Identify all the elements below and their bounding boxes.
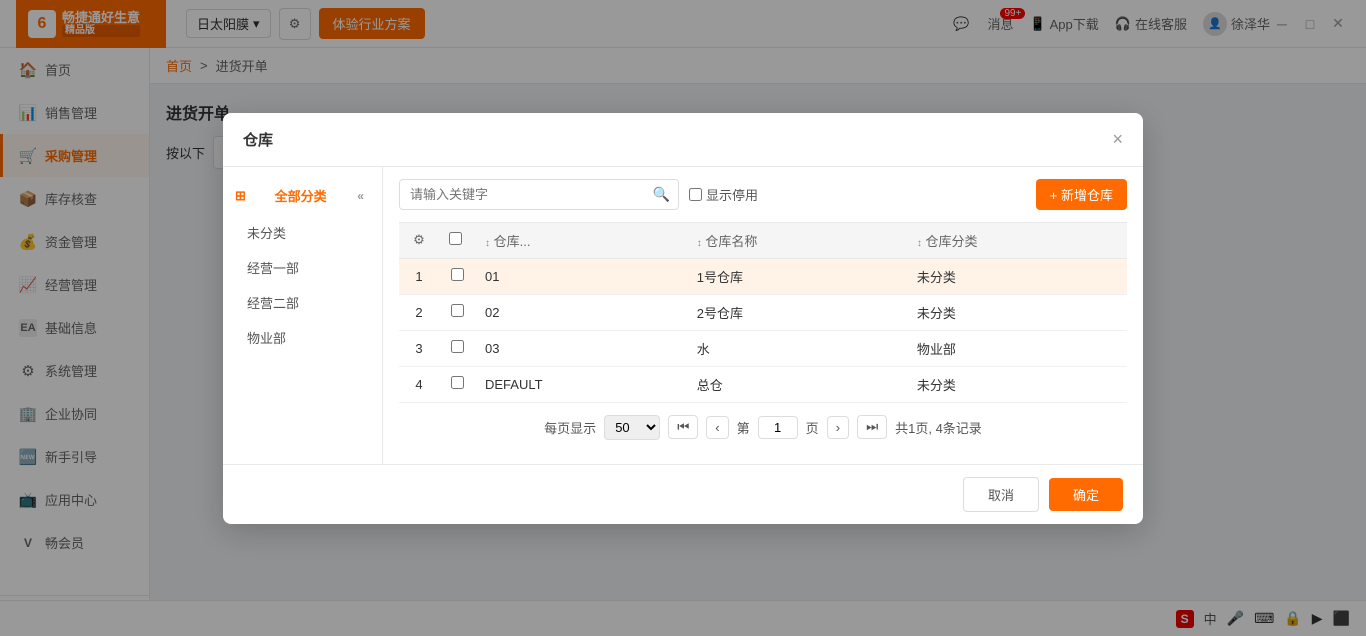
row-check[interactable] [439, 294, 475, 330]
page-number-input[interactable] [758, 416, 798, 439]
row-num: 4 [399, 366, 439, 402]
row-check[interactable] [439, 258, 475, 294]
select-all-checkbox[interactable] [449, 232, 462, 245]
row-num: 3 [399, 330, 439, 366]
col-check [439, 222, 475, 258]
col-name: ↕ 仓库名称 [687, 222, 907, 258]
row-code: DEFAULT [475, 366, 687, 402]
table-row[interactable]: 4 DEFAULT 总仓 未分类 [399, 366, 1127, 402]
row-num: 1 [399, 258, 439, 294]
col-category: ↕ 仓库分类 [907, 222, 1127, 258]
modal-body: ⊞ 全部分类 « 未分类 经营一部 经营二部 物业部 🔍 [223, 167, 1143, 464]
category-all-label: 全部分类 [275, 186, 327, 205]
search-box: 🔍 [399, 179, 679, 210]
add-warehouse-button[interactable]: + 新增仓库 [1036, 179, 1127, 210]
category-all-header[interactable]: ⊞ 全部分类 « [223, 177, 382, 215]
table-row[interactable]: 1 01 1号仓库 未分类 [399, 258, 1127, 294]
collapse-button[interactable]: « [351, 185, 370, 207]
table-row[interactable]: 3 03 水 物业部 [399, 330, 1127, 366]
category-panel: ⊞ 全部分类 « 未分类 经营一部 经营二部 物业部 [223, 167, 383, 464]
row-check[interactable] [439, 330, 475, 366]
row-name: 1号仓库 [687, 258, 907, 294]
search-button[interactable]: 🔍 [645, 180, 678, 209]
modal-footer: 取消 确定 [223, 464, 1143, 524]
page-first-button[interactable]: ⏮ [668, 415, 698, 439]
row-category: 未分类 [907, 294, 1127, 330]
col-code: ↕ 仓库... [475, 222, 687, 258]
row-name: 总仓 [687, 366, 907, 402]
category-item-operation1[interactable]: 经营一部 [223, 250, 382, 285]
row-category: 物业部 [907, 330, 1127, 366]
pagination: 每页显示 50 10 20 100 ⏮ ‹ 第 页 › ⏭ 共1页, 4条记录 [399, 403, 1127, 452]
row-code: 02 [475, 294, 687, 330]
show-disabled-checkbox[interactable] [689, 188, 702, 201]
page-unit: 页 [806, 418, 819, 437]
row-checkbox[interactable] [451, 376, 464, 389]
page-total: 共1页, 4条记录 [895, 418, 982, 437]
confirm-button[interactable]: 确定 [1049, 478, 1123, 511]
grid-icon: ⊞ [235, 188, 246, 204]
row-category: 未分类 [907, 258, 1127, 294]
row-name: 2号仓库 [687, 294, 907, 330]
page-last-button[interactable]: ⏭ [857, 415, 887, 439]
modal-overlay[interactable]: 仓库 × ⊞ 全部分类 « 未分类 经营一部 经营二部 物业部 [0, 0, 1366, 636]
modal-header: 仓库 × [223, 113, 1143, 167]
table-panel: 🔍 显示停用 + 新增仓库 ⚙ [383, 167, 1143, 464]
row-checkbox[interactable] [451, 340, 464, 353]
warehouse-table: ⚙ ↕ 仓库... ↕ 仓库名称 ↕ 仓库分类 [399, 222, 1127, 403]
warehouse-modal: 仓库 × ⊞ 全部分类 « 未分类 经营一部 经营二部 物业部 [223, 113, 1143, 524]
show-disabled-label[interactable]: 显示停用 [689, 185, 758, 204]
modal-close-button[interactable]: × [1112, 129, 1123, 150]
category-item-operation2[interactable]: 经营二部 [223, 285, 382, 320]
page-next-button[interactable]: › [827, 416, 849, 439]
row-num: 2 [399, 294, 439, 330]
table-row[interactable]: 2 02 2号仓库 未分类 [399, 294, 1127, 330]
show-disabled-text: 显示停用 [706, 185, 758, 204]
search-input[interactable] [400, 181, 645, 208]
row-code: 01 [475, 258, 687, 294]
per-page-select[interactable]: 50 10 20 100 [604, 415, 660, 440]
page-prev-button[interactable]: ‹ [706, 416, 728, 439]
row-name: 水 [687, 330, 907, 366]
row-code: 03 [475, 330, 687, 366]
per-page-label: 每页显示 [544, 418, 596, 437]
row-category: 未分类 [907, 366, 1127, 402]
category-item-property[interactable]: 物业部 [223, 320, 382, 355]
col-settings: ⚙ [399, 222, 439, 258]
row-checkbox[interactable] [451, 304, 464, 317]
category-item-unclassified[interactable]: 未分类 [223, 215, 382, 250]
table-toolbar: 🔍 显示停用 + 新增仓库 [399, 179, 1127, 210]
page-label: 第 [737, 418, 750, 437]
row-check[interactable] [439, 366, 475, 402]
row-checkbox[interactable] [451, 268, 464, 281]
cancel-button[interactable]: 取消 [963, 477, 1039, 512]
modal-title: 仓库 [243, 129, 273, 150]
